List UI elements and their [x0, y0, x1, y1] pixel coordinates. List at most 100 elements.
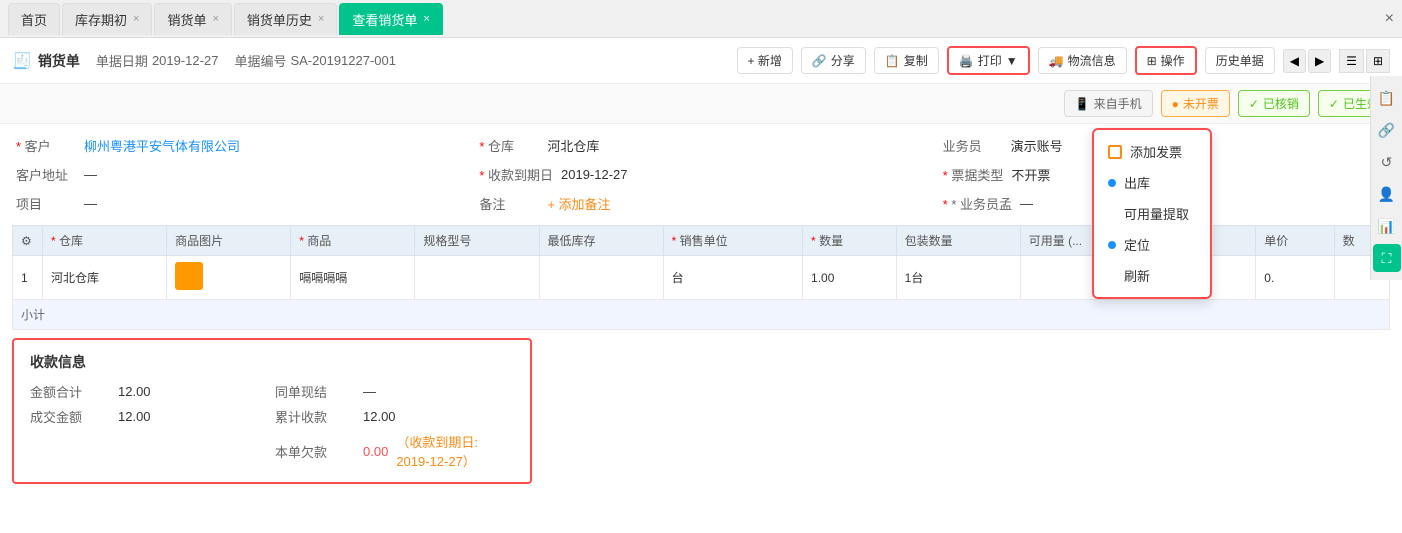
- deal-label: 成交金额: [30, 407, 110, 426]
- row-product: 嗝嗝嗝嗝: [291, 256, 415, 300]
- new-button[interactable]: + 新增: [737, 47, 793, 74]
- project-label: 项目: [16, 194, 76, 213]
- sidebar-icon-user[interactable]: 👤: [1373, 180, 1401, 208]
- cumulative-item: 累计收款 12.00: [275, 407, 514, 426]
- locate-dot: [1108, 241, 1116, 249]
- tab-inventory[interactable]: 库存期初 ×: [62, 3, 152, 35]
- add-invoice-item[interactable]: 添加发票: [1094, 136, 1210, 167]
- tab-home-label: 首页: [21, 10, 47, 29]
- customer-value[interactable]: 柳州粤港平安气体有限公司: [84, 136, 240, 155]
- sidebar-icon-chart[interactable]: 📊: [1373, 212, 1401, 240]
- list-view-button[interactable]: ☰: [1339, 49, 1364, 73]
- tab-bar: 首页 库存期初 × 销货单 × 销货单历史 × 查看销货单 × ×: [0, 0, 1402, 38]
- due-date-row: 收款到期日 2019-12-27: [479, 165, 922, 184]
- doc-meta: 单据日期 2019-12-27 单据编号 SA-20191227-001: [96, 51, 396, 70]
- tab-sales-history[interactable]: 销货单历史 ×: [234, 3, 337, 35]
- copy-button[interactable]: 📋 复制: [874, 47, 939, 74]
- subtotal-row: 小计: [13, 300, 1390, 330]
- available-dot: [1108, 210, 1116, 218]
- warehouse-row: 仓库 河北仓库: [479, 136, 922, 155]
- tab-view-sales[interactable]: 查看销货单 ×: [339, 3, 442, 35]
- doc-header: 🧾 销货单 单据日期 2019-12-27 单据编号 SA-20191227-0…: [0, 38, 1402, 84]
- tab-bar-close-button[interactable]: ×: [1385, 10, 1394, 28]
- tab-sales[interactable]: 销货单 ×: [154, 3, 231, 35]
- add-remark-button[interactable]: + 添加备注: [547, 194, 610, 213]
- operate-button[interactable]: ⊞ 操作: [1135, 46, 1197, 75]
- row-unit: 台: [663, 256, 802, 300]
- next-arrow[interactable]: ▶: [1308, 49, 1331, 73]
- tab-view-sales-label: 查看销货单: [352, 10, 417, 29]
- from-mobile-button[interactable]: 📱 来自手机: [1064, 90, 1153, 117]
- col-pack-qty: 包装数量: [896, 226, 1020, 256]
- due-date-value: 2019-12-27: [561, 167, 628, 182]
- cumulative-label: 累计收款: [275, 407, 355, 426]
- salesperson-label: 业务员: [943, 136, 1003, 155]
- remark-row: 备注 + 添加备注: [479, 194, 922, 213]
- tab-home[interactable]: 首页: [8, 3, 60, 35]
- print-button[interactable]: 🖨️ 打印 ▼: [947, 46, 1030, 75]
- same-order-label: 同单现结: [275, 382, 355, 401]
- share-icon: 🔗: [812, 54, 827, 68]
- ticket-icon: ●: [1172, 97, 1179, 111]
- sidebar-icon-copy[interactable]: 📋: [1373, 84, 1401, 112]
- tab-sales-close[interactable]: ×: [212, 13, 218, 25]
- logistics-icon: 🚚: [1049, 54, 1064, 68]
- row-spec: [415, 256, 539, 300]
- grid-view-button[interactable]: ⊞: [1366, 49, 1390, 73]
- col-spec: 规格型号: [415, 226, 539, 256]
- tab-inventory-label: 库存期初: [75, 10, 127, 29]
- subtotal-label: 小计: [13, 300, 1390, 330]
- add-invoice-label: 添加发票: [1130, 142, 1182, 161]
- tab-sales-history-close[interactable]: ×: [318, 13, 324, 25]
- same-order-value: —: [363, 384, 376, 399]
- tab-sales-label: 销货单: [167, 10, 206, 29]
- sidebar-icon-expand[interactable]: ⛶: [1373, 244, 1401, 272]
- available-qty-item[interactable]: 可用量提取: [1094, 198, 1210, 229]
- col-min-stock: 最低库存: [539, 226, 663, 256]
- secondary-toolbar: 📱 来自手机 ● 未开票 ✓ 已核销 ✓ 已生效: [0, 84, 1402, 124]
- row-warehouse: 河北仓库: [43, 256, 167, 300]
- col-qty: 数量: [803, 226, 897, 256]
- sales-agent-value: —: [1020, 196, 1033, 211]
- share-button[interactable]: 🔗 分享: [801, 47, 866, 74]
- tab-view-sales-close[interactable]: ×: [423, 13, 429, 25]
- locate-item[interactable]: 定位: [1094, 229, 1210, 260]
- customer-label: 客户: [16, 136, 76, 155]
- address-row: 客户地址 —: [16, 165, 459, 184]
- row-img: [167, 256, 291, 300]
- locate-label: 定位: [1124, 235, 1150, 254]
- available-qty-label: 可用量提取: [1124, 204, 1189, 223]
- outbound-item[interactable]: 出库: [1094, 167, 1210, 198]
- due-date-label: 收款到期日: [479, 165, 553, 184]
- doc-title-group: 🧾 销货单: [12, 51, 80, 71]
- tab-sales-history-label: 销货单历史: [247, 10, 312, 29]
- deal-item: 成交金额 12.00: [30, 407, 269, 426]
- col-product: 商品: [291, 226, 415, 256]
- customer-row: 客户 柳州粤港平安气体有限公司: [16, 136, 459, 155]
- history-button[interactable]: 历史单据: [1205, 47, 1275, 74]
- not-open-button[interactable]: ● 未开票: [1161, 90, 1230, 117]
- checked-button[interactable]: ✓ 已核销: [1238, 90, 1310, 117]
- warehouse-label: 仓库: [479, 136, 539, 155]
- col-settings[interactable]: ⚙: [13, 226, 43, 256]
- ticket-value: 不开票: [1011, 165, 1050, 184]
- tab-inventory-close[interactable]: ×: [133, 13, 139, 25]
- total-value: 12.00: [118, 384, 151, 399]
- nav-arrows: ◀ ▶: [1283, 49, 1331, 73]
- refresh-label: 刷新: [1124, 266, 1150, 285]
- total-label: 金额合计: [30, 382, 110, 401]
- doc-no-label: 单据编号 SA-20191227-001: [234, 51, 396, 70]
- project-value: —: [84, 196, 97, 211]
- main-content: 🧾 销货单 单据日期 2019-12-27 单据编号 SA-20191227-0…: [0, 38, 1402, 533]
- logistics-button[interactable]: 🚚 物流信息: [1038, 47, 1127, 74]
- operate-icon: ⊞: [1147, 54, 1157, 68]
- refresh-dot: [1108, 272, 1116, 280]
- sidebar-icon-link[interactable]: 🔗: [1373, 116, 1401, 144]
- deal-value: 12.00: [118, 409, 151, 424]
- prev-arrow[interactable]: ◀: [1283, 49, 1306, 73]
- payment-info-box: 收款信息 金额合计 12.00 同单现结 — 成交金额 12.00 累计收款 1…: [12, 338, 532, 484]
- due-value: 0.00: [363, 444, 388, 459]
- col-price: 单价: [1256, 226, 1334, 256]
- refresh-item[interactable]: 刷新: [1094, 260, 1210, 291]
- sidebar-icon-return[interactable]: ↺: [1373, 148, 1401, 176]
